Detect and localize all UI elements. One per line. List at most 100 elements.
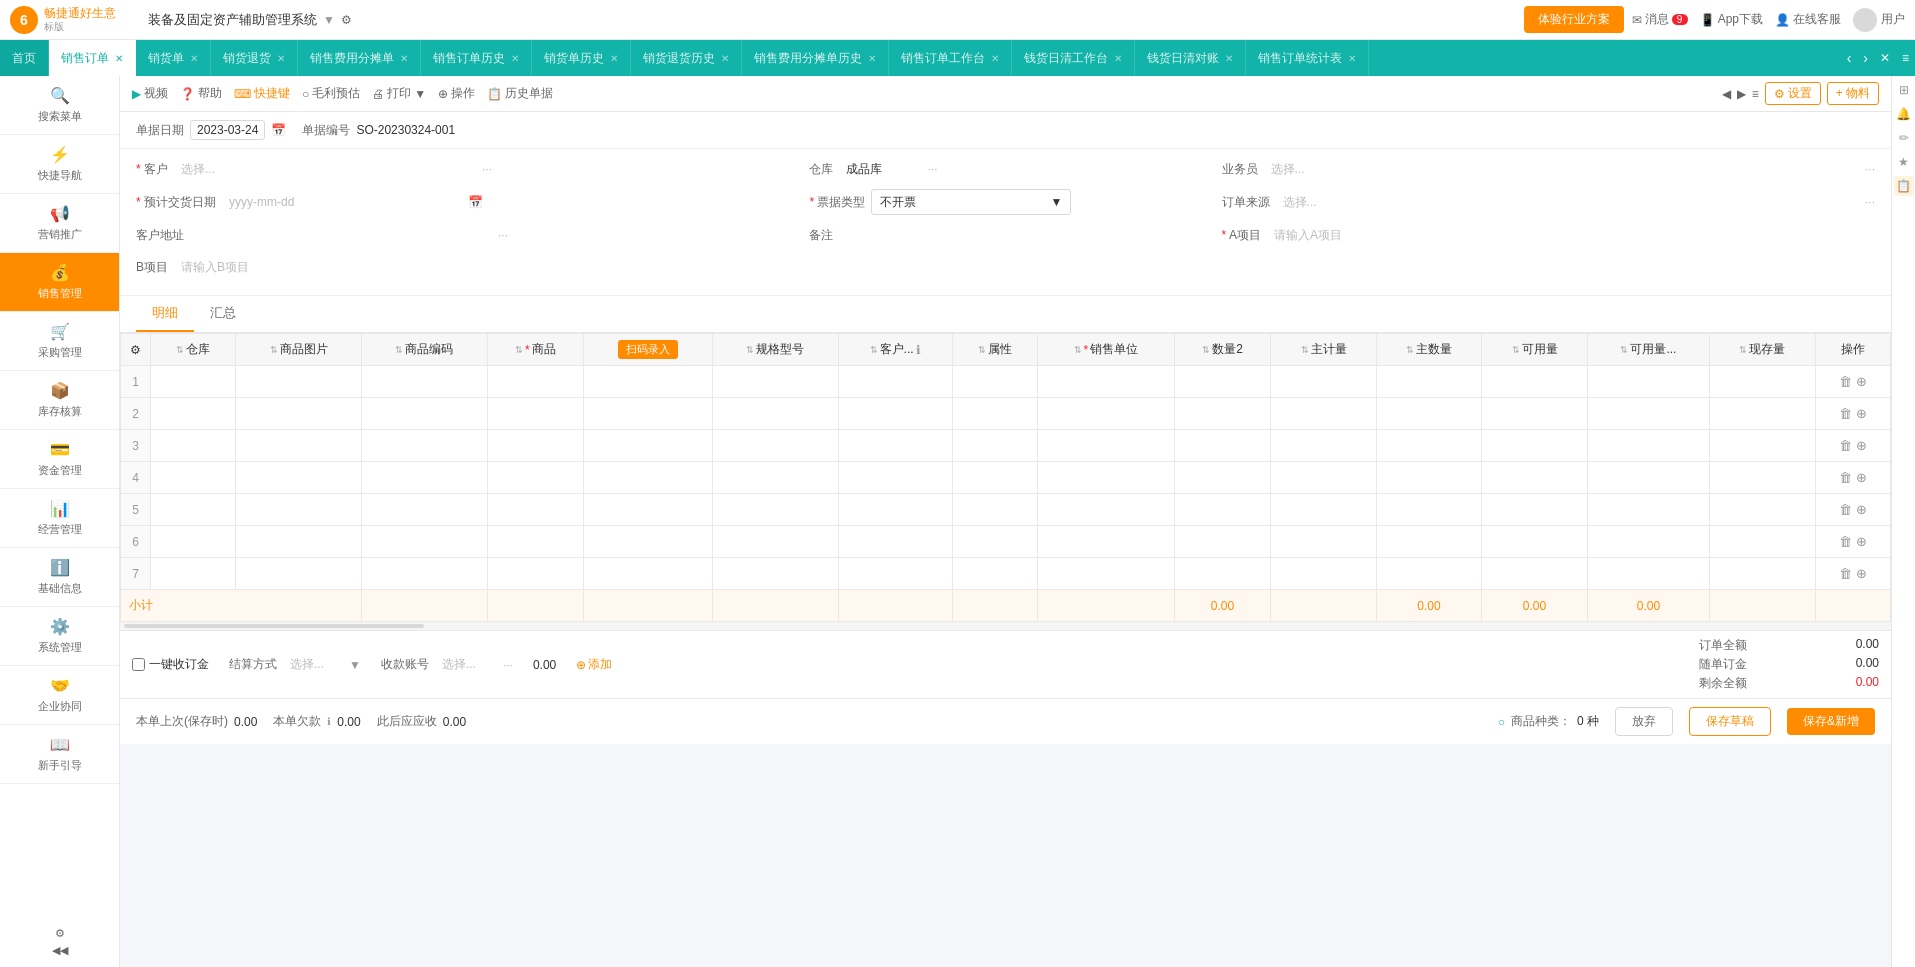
row-3-spec[interactable] xyxy=(713,430,839,462)
account-select[interactable]: 选择... xyxy=(435,653,495,677)
account-more-icon[interactable]: ··· xyxy=(503,658,513,672)
date-value[interactable]: 2023-03-24 xyxy=(190,120,265,140)
toolbar-settings-btn[interactable]: ⚙ 设置 xyxy=(1765,82,1821,105)
tab-close-icon[interactable]: ✕ xyxy=(1225,53,1233,64)
row-3-available2[interactable] xyxy=(1587,430,1709,462)
tab-close-icon[interactable]: ✕ xyxy=(277,53,285,64)
b-project-input[interactable]: 请输入B项目 xyxy=(174,255,536,279)
col-header-spec[interactable]: ⇅ 规格型号 xyxy=(713,334,839,366)
col-header-gear[interactable]: ⚙ xyxy=(121,334,151,366)
col-header-attribute[interactable]: ⇅ 属性 xyxy=(952,334,1037,366)
row-3-available[interactable] xyxy=(1482,430,1587,462)
tab-close-icon[interactable]: ✕ xyxy=(190,53,198,64)
row-2-unit[interactable] xyxy=(1037,398,1174,430)
app-download-btn[interactable]: 📱 App下载 xyxy=(1700,11,1763,28)
toolbar-add-material-btn[interactable]: + 物料 xyxy=(1827,82,1879,105)
save-draft-btn[interactable]: 保存草稿 xyxy=(1689,707,1771,736)
tab-menu-icon[interactable]: ≡ xyxy=(1896,51,1915,65)
a-project-input[interactable]: 请输入A项目 xyxy=(1267,223,1875,247)
row-2-attribute[interactable] xyxy=(952,398,1037,430)
row-2-customer-code[interactable] xyxy=(838,398,952,430)
toolbar-history-btn[interactable]: 📋 历史单据 xyxy=(487,85,553,102)
row-3-code[interactable] xyxy=(361,430,487,462)
row-2-qty2[interactable] xyxy=(1174,398,1271,430)
sidebar-item-marketing[interactable]: 📢 营销推广 xyxy=(0,194,119,253)
row-3-attribute[interactable] xyxy=(952,430,1037,462)
tab-close-icon[interactable]: ✕ xyxy=(868,53,876,64)
row-2-warehouse[interactable] xyxy=(151,398,236,430)
one-click-payment-checkbox[interactable] xyxy=(132,658,145,671)
remark-input[interactable] xyxy=(839,223,1039,247)
tab-sales-expense-history[interactable]: 销售费用分摊单历史 ✕ xyxy=(742,40,889,76)
tab-close-icon[interactable]: ✕ xyxy=(400,53,408,64)
toolbar-print-btn[interactable]: 🖨 打印 ▼ xyxy=(372,85,426,102)
sidebar-item-sales[interactable]: 💰 销售管理 xyxy=(0,253,119,312)
row-2-main-qty[interactable] xyxy=(1376,398,1481,430)
scroll-thumb[interactable] xyxy=(124,624,424,628)
row-2-scan[interactable] xyxy=(584,398,713,430)
row-3-main-unit[interactable] xyxy=(1271,430,1376,462)
row-2-image[interactable] xyxy=(236,398,362,430)
right-sidebar-grid-icon[interactable]: ⊞ xyxy=(1894,80,1914,100)
col-header-current[interactable]: ⇅ 现存量 xyxy=(1710,334,1815,366)
toolbar-next-icon[interactable]: ▶ xyxy=(1737,87,1746,101)
tab-sales-order-history[interactable]: 销售订单历史 ✕ xyxy=(421,40,532,76)
tab-prev-icon[interactable]: ‹ xyxy=(1841,50,1858,66)
sidebar-item-search[interactable]: 🔍 搜索菜单 xyxy=(0,76,119,135)
toolbar-operation-btn[interactable]: ⊕ 操作 xyxy=(438,85,475,102)
row-3-delete-icon[interactable]: 🗑 xyxy=(1839,438,1852,453)
tab-close-icon[interactable]: ✕ xyxy=(1348,53,1356,64)
tab-summary[interactable]: 汇总 xyxy=(194,296,252,332)
toolbar-profit-btn[interactable]: ○ 毛利预估 xyxy=(302,85,360,102)
tab-sales-return-history[interactable]: 销货退货历史 ✕ xyxy=(631,40,742,76)
customer-input[interactable]: 选择... xyxy=(174,157,474,181)
save-new-btn[interactable]: 保存&新增 xyxy=(1787,708,1875,735)
order-source-more-icon[interactable]: ··· xyxy=(1865,195,1875,209)
sidebar-item-guide[interactable]: 📖 新手引导 xyxy=(0,725,119,784)
tab-sales-invoice[interactable]: 销货单 ✕ xyxy=(136,40,211,76)
row-3-product[interactable] xyxy=(487,430,584,462)
row-3-warehouse[interactable] xyxy=(151,430,236,462)
col-header-customer-code[interactable]: ⇅ 客户... ℹ xyxy=(838,334,952,366)
row-5-delete-icon[interactable]: 🗑 xyxy=(1839,502,1852,517)
add-payment-btn[interactable]: ⊕ 添加 xyxy=(576,656,612,673)
payment-method-select[interactable]: 选择... xyxy=(283,653,343,677)
tab-detail[interactable]: 明细 xyxy=(136,296,194,332)
row-3-qty2[interactable] xyxy=(1174,430,1271,462)
col-header-warehouse[interactable]: ⇅ 仓库 xyxy=(151,334,236,366)
row-1-warehouse[interactable] xyxy=(151,366,236,398)
message-btn[interactable]: ✉ 消息 9 xyxy=(1632,11,1688,28)
right-sidebar-bell-icon[interactable]: 🔔 xyxy=(1894,104,1914,124)
scan-btn[interactable]: 扫码录入 xyxy=(618,340,678,359)
row-1-attribute[interactable] xyxy=(952,366,1037,398)
toolbar-help-btn[interactable]: ❓ 帮助 xyxy=(180,85,222,102)
row-2-current[interactable] xyxy=(1710,398,1815,430)
toolbar-prev-icon[interactable]: ◀ xyxy=(1722,87,1731,101)
row-3-customer-code[interactable] xyxy=(838,430,952,462)
row-4-copy-icon[interactable]: ⊕ xyxy=(1856,470,1867,485)
toolbar-list-view-icon[interactable]: ≡ xyxy=(1752,87,1759,101)
row-1-customer-code[interactable] xyxy=(838,366,952,398)
sidebar-item-purchase[interactable]: 🛒 采购管理 xyxy=(0,312,119,371)
row-1-main-unit[interactable] xyxy=(1271,366,1376,398)
row-4-warehouse[interactable] xyxy=(151,462,236,494)
tab-sales-expense[interactable]: 销售费用分摊单 ✕ xyxy=(298,40,421,76)
tab-close-icon[interactable]: ✕ xyxy=(1114,53,1122,64)
right-sidebar-edit-icon[interactable]: ✏ xyxy=(1894,128,1914,148)
row-6-copy-icon[interactable]: ⊕ xyxy=(1856,534,1867,549)
row-2-code[interactable] xyxy=(361,398,487,430)
tab-close-icon[interactable]: ✕ xyxy=(991,53,999,64)
col-header-qty2[interactable]: ⇅ 数量2 xyxy=(1174,334,1271,366)
row-2-copy-icon[interactable]: ⊕ xyxy=(1856,406,1867,421)
col-header-code[interactable]: ⇅ 商品编码 xyxy=(361,334,487,366)
tab-close-icon[interactable]: ✕ xyxy=(610,53,618,64)
col-header-unit[interactable]: ⇅ *销售单位 xyxy=(1037,334,1174,366)
row-1-copy-icon[interactable]: ⊕ xyxy=(1856,374,1867,389)
row-4-delete-icon[interactable]: 🗑 xyxy=(1839,470,1852,485)
col-header-main-unit[interactable]: ⇅ 主计量 xyxy=(1271,334,1376,366)
sidebar-item-enterprise[interactable]: 🤝 企业协同 xyxy=(0,666,119,725)
row-1-available2[interactable] xyxy=(1587,366,1709,398)
row-3-unit[interactable] xyxy=(1037,430,1174,462)
tab-close-icon[interactable]: ✕ xyxy=(511,53,519,64)
sidebar-item-system[interactable]: ⚙️ 系统管理 xyxy=(0,607,119,666)
